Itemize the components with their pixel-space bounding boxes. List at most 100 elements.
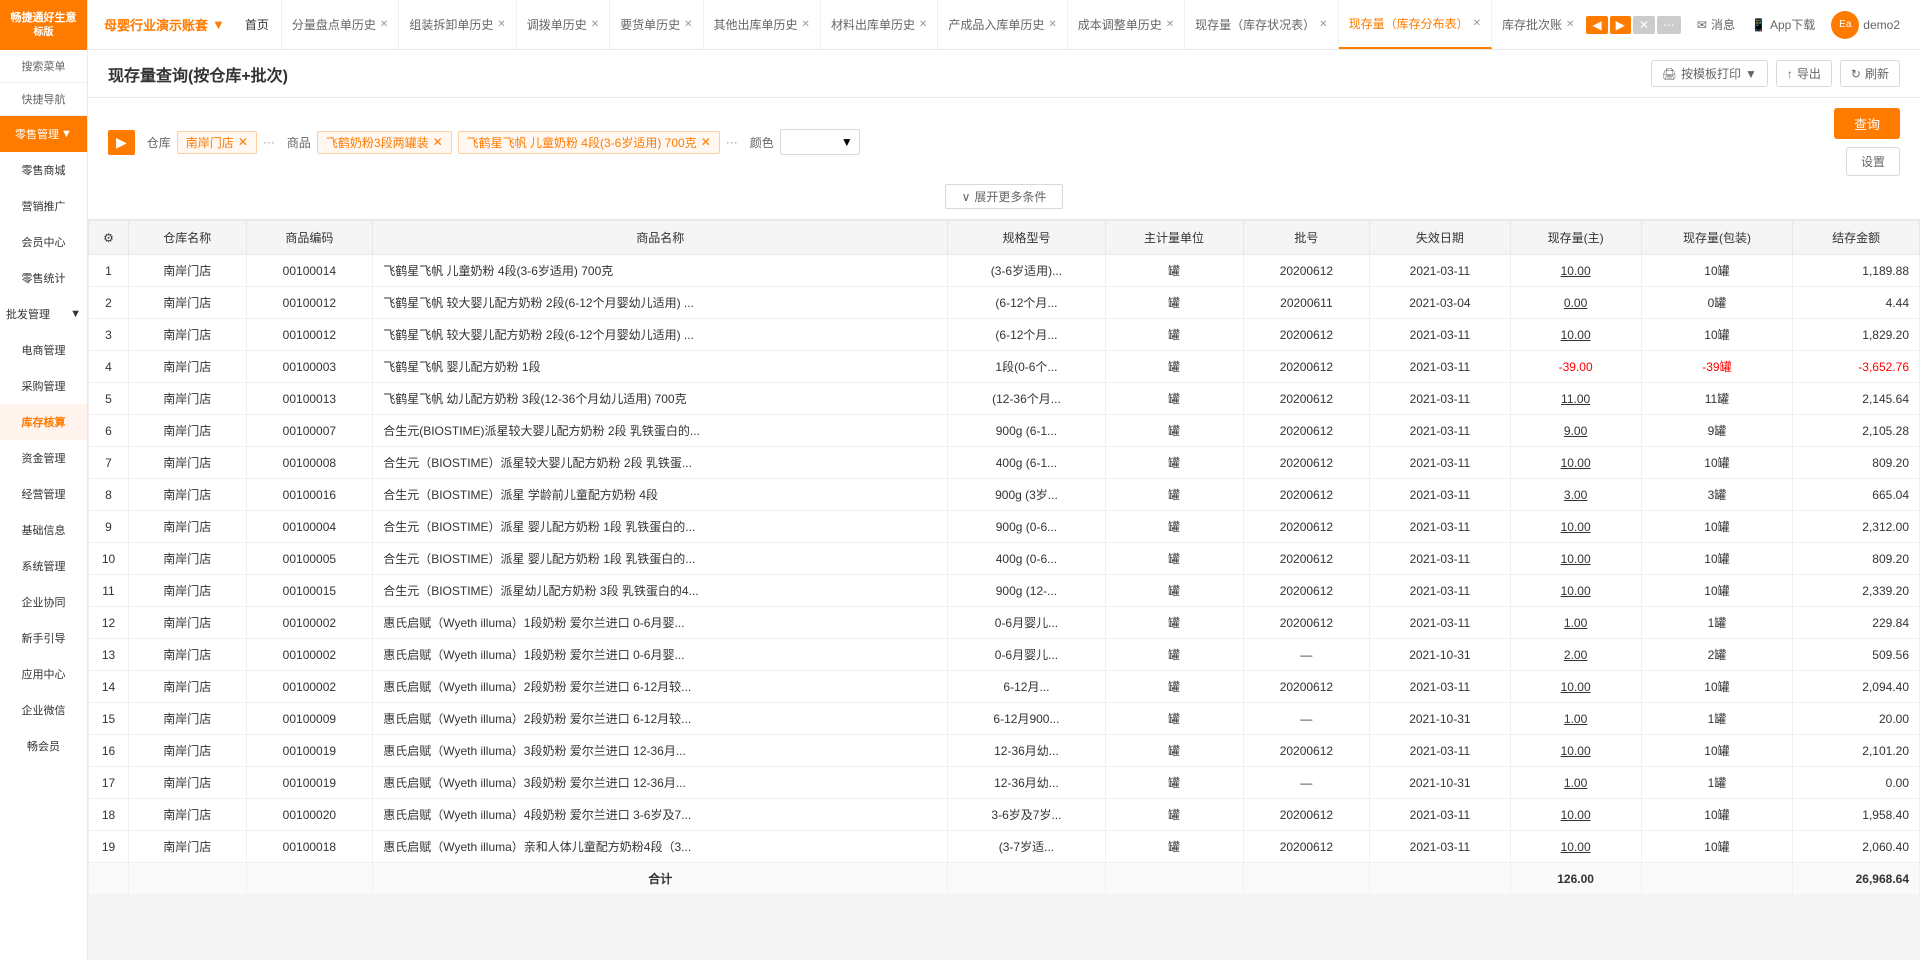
table-row: 2 南岸门店 00100012 飞鹤星飞帆 较大婴儿配方奶粉 2段(6-12个月… [89, 287, 1920, 319]
tab-prev-arrow[interactable]: ◀ [1586, 16, 1607, 34]
sidebar-item-finance[interactable]: 资金管理 [0, 440, 87, 476]
remove-product-tag-1[interactable]: ✕ [433, 135, 443, 149]
refresh-icon: ↻ [1851, 67, 1861, 81]
th-qty-main: 现存量(主) [1510, 221, 1641, 255]
expand-conditions-btn[interactable]: ∨ 展开更多条件 [945, 184, 1064, 209]
sidebar-item-shortcut[interactable]: 快捷导航 [0, 83, 87, 116]
sidebar-item-operation[interactable]: 经营管理 [0, 476, 87, 512]
message-btn[interactable]: ✉ 消息 [1697, 16, 1735, 33]
tab-next-arrow[interactable]: ▶ [1610, 16, 1631, 34]
template-print-btn[interactable]: 🖨 按模板打印 ▼ [1651, 60, 1768, 87]
tab-close-btn[interactable]: ✕ [591, 19, 599, 30]
user-menu[interactable]: Ea demo2 [1831, 11, 1900, 39]
tab-item-1[interactable]: 分量盘点单历史✕ [282, 0, 399, 49]
tab-item-4[interactable]: 要货单历史✕ [610, 0, 703, 49]
tab-close-arrow[interactable]: ✕ [1633, 16, 1655, 34]
sidebar-item-base[interactable]: 基础信息 [0, 512, 87, 548]
tab-close-btn[interactable]: ✕ [1048, 19, 1056, 30]
sidebar-item-corp[interactable]: 企业协同 [0, 584, 87, 620]
tab-item-3[interactable]: 调拨单历史✕ [517, 0, 610, 49]
sidebar-item-app-center[interactable]: 应用中心 [0, 656, 87, 692]
tab-item-7[interactable]: 产成品入库单历史✕ [938, 0, 1067, 49]
sidebar-item-ecommerce[interactable]: 电商管理 [0, 332, 87, 368]
table-footer-row: 合计 126.00 26,968.64 [89, 863, 1920, 895]
filter-actions: 查询 设置 [1834, 108, 1900, 176]
filter-warehouse: 仓库 南岸门店 ✕ ··· [147, 131, 275, 154]
table-row: 18 南岸门店 00100020 惠氏启赋（Wyeth illuma）4段奶粉 … [89, 799, 1920, 831]
tab-close-btn[interactable]: ✕ [684, 19, 692, 30]
tab-item-11[interactable]: 库存批次账✕ [1492, 0, 1582, 49]
tab-scroll-arrows: ◀ ▶ ✕ ⋯ [1582, 16, 1685, 34]
table-area: ⚙ 仓库名称 商品编码 商品名称 规格型号 主计量单位 批号 失效日期 现存量(… [88, 220, 1920, 960]
tab-close-btn[interactable]: ✕ [919, 19, 927, 30]
tab-close-btn[interactable]: ✕ [1319, 19, 1327, 30]
sidebar-item-wechat[interactable]: 企业微信 [0, 692, 87, 728]
app-download-btn[interactable]: 📱 App下载 [1751, 16, 1815, 33]
warehouse-tag-nangang[interactable]: 南岸门店 ✕ [177, 131, 257, 154]
sidebar: 畅捷通好生意 标版 搜索菜单 快捷导航 零售管理 ▼ 零售商城 营销推广 会员中… [0, 0, 88, 960]
sidebar-item-member[interactable]: 会员中心 [0, 224, 87, 260]
top-nav: 母婴行业演示账套 ▼ 首页 分量盘点单历史✕组装拆卸单历史✕调拨单历史✕要货单历… [88, 0, 1920, 50]
color-input[interactable]: ▼ [780, 129, 860, 155]
sidebar-item-marketing[interactable]: 营销推广 [0, 188, 87, 224]
product-ellipsis[interactable]: ··· [726, 135, 738, 149]
product-tag-2[interactable]: 飞鹤星飞帆 儿童奶粉 4段(3-6岁适用) 700克 ✕ [458, 131, 720, 154]
table-row: 10 南岸门店 00100005 合生元（BIOSTIME）派星 婴儿配方奶粉 … [89, 543, 1920, 575]
sidebar-item-retail-stat[interactable]: 零售统计 [0, 260, 87, 296]
tab-menu-arrow[interactable]: ⋯ [1657, 16, 1681, 34]
sidebar-item-retail[interactable]: 零售管理 ▼ [0, 116, 87, 152]
footer-label: 合计 [373, 863, 948, 895]
table-row: 17 南岸门店 00100019 惠氏启赋（Wyeth illuma）3段奶粉 … [89, 767, 1920, 799]
th-amount: 结存金额 [1793, 221, 1920, 255]
inventory-table: ⚙ 仓库名称 商品编码 商品名称 规格型号 主计量单位 批号 失效日期 现存量(… [88, 220, 1920, 895]
tab-item-2[interactable]: 组装拆卸单历史✕ [399, 0, 516, 49]
th-name: 商品名称 [373, 221, 948, 255]
tab-close-btn[interactable]: ✕ [802, 19, 810, 30]
tab-close-btn[interactable]: ✕ [380, 19, 388, 30]
remove-product-tag-2[interactable]: ✕ [701, 135, 711, 149]
tab-close-btn[interactable]: ✕ [1473, 18, 1481, 29]
industry-selector[interactable]: 母婴行业演示账套 ▼ [96, 15, 233, 34]
sidebar-item-system[interactable]: 系统管理 [0, 548, 87, 584]
refresh-btn[interactable]: ↻ 刷新 [1840, 60, 1900, 87]
tab-item-9[interactable]: 现存量（库存状况表）✕ [1185, 0, 1338, 49]
sidebar-item-batch[interactable]: 批发管理 ▼ [0, 296, 87, 332]
sidebar-item-retail-shop[interactable]: 零售商城 [0, 152, 87, 188]
page-content: 现存量查询(按仓库+批次) 🖨 按模板打印 ▼ ↑ 导出 ↻ 刷新 [88, 50, 1920, 960]
sidebar-item-guide[interactable]: 新手引导 [0, 620, 87, 656]
page-header: 现存量查询(按仓库+批次) 🖨 按模板打印 ▼ ↑ 导出 ↻ 刷新 [88, 50, 1920, 98]
brand-logo: 畅捷通好生意 标版 [0, 0, 87, 50]
warehouse-ellipsis[interactable]: ··· [263, 135, 275, 149]
export-btn[interactable]: ↑ 导出 [1776, 60, 1832, 87]
table-row: 7 南岸门店 00100008 合生元（BIOSTIME）派星较大婴儿配方奶粉 … [89, 447, 1920, 479]
th-code: 商品编码 [246, 221, 373, 255]
main-content: 母婴行业演示账套 ▼ 首页 分量盘点单历史✕组装拆卸单历史✕调拨单历史✕要货单历… [88, 0, 1920, 960]
tab-close-btn[interactable]: ✕ [497, 19, 505, 30]
tab-item-5[interactable]: 其他出库单历史✕ [704, 0, 821, 49]
sidebar-item-search[interactable]: 搜索菜单 [0, 50, 87, 83]
table-row: 14 南岸门店 00100002 惠氏启赋（Wyeth illuma）2段奶粉 … [89, 671, 1920, 703]
tab-item-6[interactable]: 材料出库单历史✕ [821, 0, 938, 49]
tab-close-btn[interactable]: ✕ [1566, 19, 1574, 30]
tab-item-8[interactable]: 成本调整单历史✕ [1068, 0, 1185, 49]
filter-toggle-btn[interactable]: ▶ [108, 130, 135, 155]
th-spec: 规格型号 [948, 221, 1105, 255]
sidebar-item-member2[interactable]: 畅会员 [0, 728, 87, 764]
table-row: 4 南岸门店 00100003 飞鹤星飞帆 婴儿配方奶粉 1段 1段(0-6个.… [89, 351, 1920, 383]
footer-total-qty: 126.00 [1510, 863, 1641, 895]
footer-total-amount: 26,968.64 [1793, 863, 1920, 895]
tab-item-10[interactable]: 现存量（库存分布表）✕ [1339, 0, 1492, 49]
sidebar-item-inventory[interactable]: 库存核算 [0, 404, 87, 440]
th-gear[interactable]: ⚙ [89, 221, 129, 255]
filter-area: ▶ 仓库 南岸门店 ✕ ··· 商品 飞鹤奶粉3段两罐装 ✕ [88, 98, 1920, 220]
table-row: 1 南岸门店 00100014 飞鹤星飞帆 儿童奶粉 4段(3-6岁适用) 70… [89, 255, 1920, 287]
settings-btn[interactable]: 设置 [1846, 147, 1900, 176]
remove-warehouse-tag[interactable]: ✕ [238, 135, 248, 149]
tab-close-btn[interactable]: ✕ [1166, 19, 1174, 30]
table-row: 6 南岸门店 00100007 合生元(BIOSTIME)派星较大婴儿配方奶粉 … [89, 415, 1920, 447]
nav-home[interactable]: 首页 [233, 0, 282, 49]
chevron-down-icon: ▼ [841, 135, 853, 149]
product-tag-1[interactable]: 飞鹤奶粉3段两罐装 ✕ [317, 131, 452, 154]
query-btn[interactable]: 查询 [1834, 108, 1900, 139]
sidebar-item-purchase[interactable]: 采购管理 [0, 368, 87, 404]
